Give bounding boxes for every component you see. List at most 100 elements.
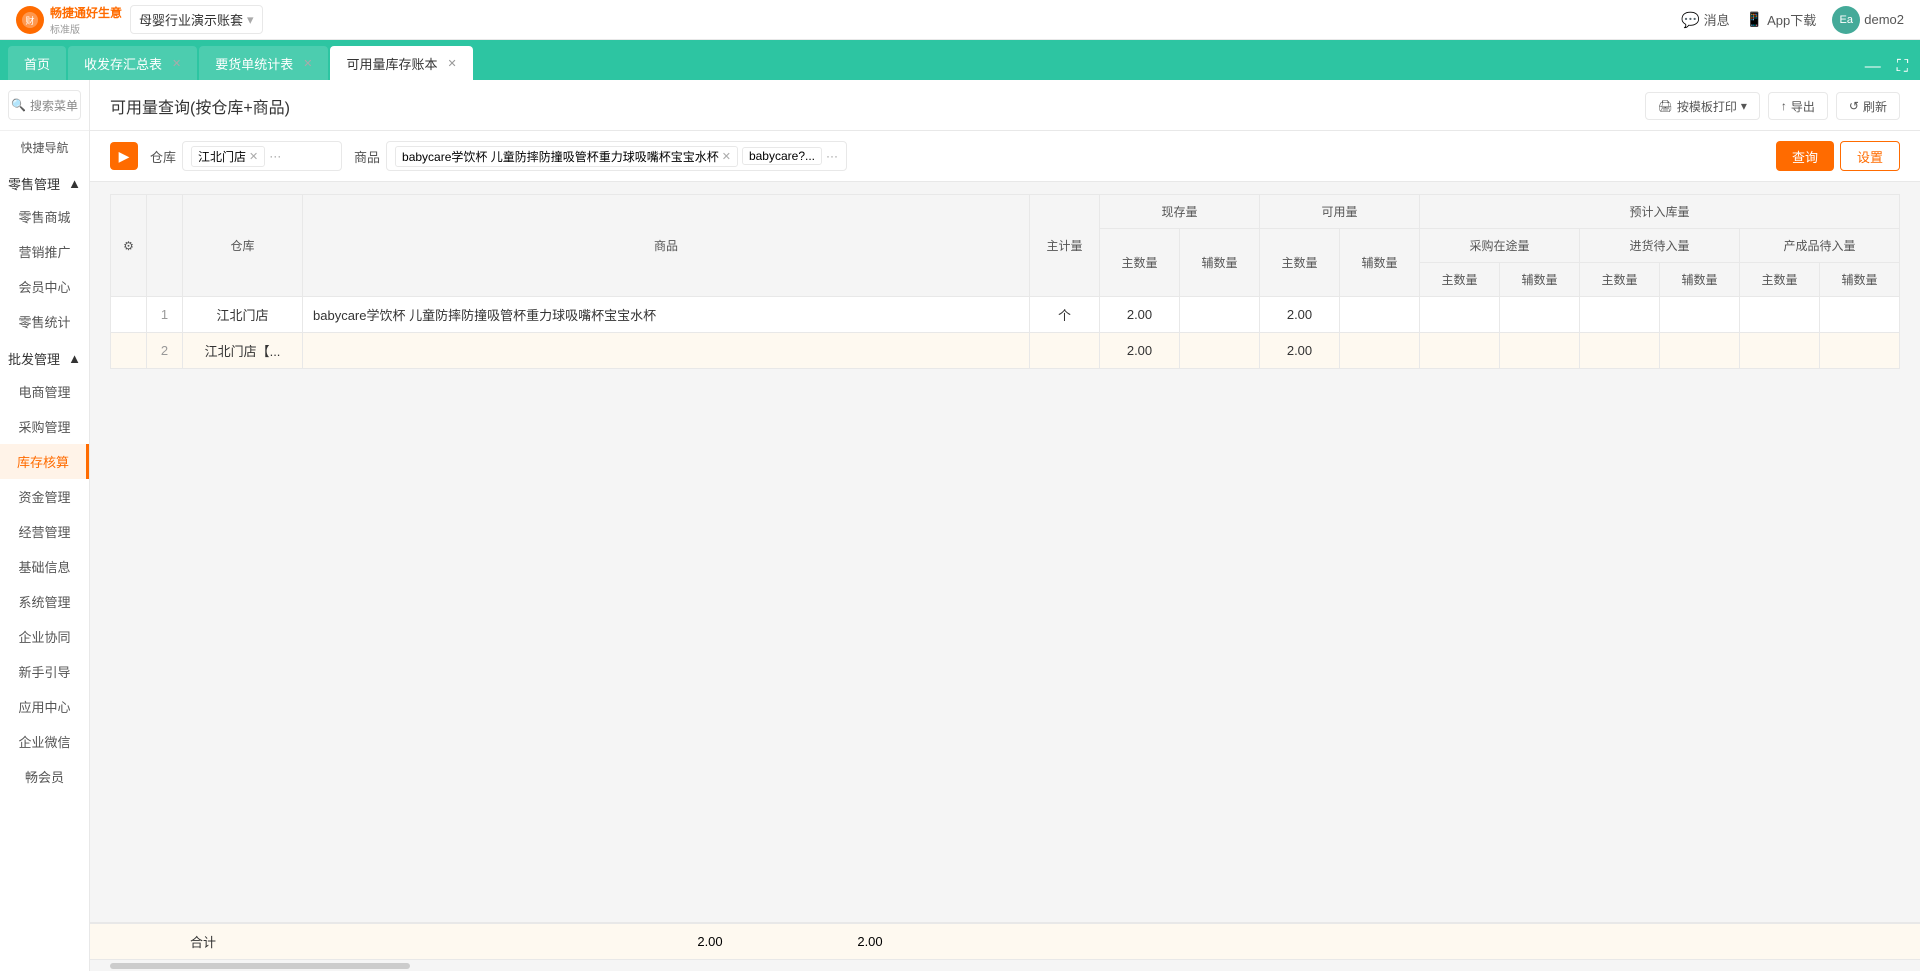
col-unit-header: 主计量 — [1030, 195, 1100, 297]
col-current-aux-header: 辅数量 — [1180, 229, 1260, 297]
app-download-button[interactable]: 📱 App下载 — [1746, 10, 1817, 29]
row1-current-main: 2.00 — [1100, 297, 1180, 333]
sidebar-item-member[interactable]: 畅会员 — [0, 759, 89, 794]
sidebar-item-marketing[interactable]: 营销推广 — [0, 234, 89, 269]
sidebar-item-inventory[interactable]: 库存核算 — [0, 444, 89, 479]
row2-finished-main — [1740, 333, 1820, 369]
product-tag-1-remove[interactable]: ✕ — [722, 150, 731, 163]
col-purchased-aux: 辅数量 — [1500, 263, 1580, 297]
col-purchased-main: 主数量 — [1420, 263, 1500, 297]
row1-purchased-main — [1420, 297, 1500, 333]
refresh-button[interactable]: ↺ 刷新 — [1836, 92, 1900, 120]
warehouse-more[interactable]: ··· — [269, 149, 281, 163]
filter-toggle-button[interactable]: ▶ — [110, 142, 138, 170]
row1-finished-aux — [1820, 297, 1900, 333]
svg-text:财: 财 — [25, 15, 34, 26]
footer-avail-main: 2.00 — [830, 934, 910, 949]
row1-current-aux — [1180, 297, 1260, 333]
sidebar-item-enterprise[interactable]: 企业协同 — [0, 619, 89, 654]
sidebar-item-app-center[interactable]: 应用中心 — [0, 689, 89, 724]
product-more[interactable]: ··· — [826, 149, 838, 163]
row2-purchased-main — [1420, 333, 1500, 369]
sidebar-item-retail-stats[interactable]: 零售统计 — [0, 304, 89, 339]
sidebar-item-ecommerce[interactable]: 电商管理 — [0, 374, 89, 409]
row1-avail-aux — [1340, 297, 1420, 333]
row2-finished-aux — [1820, 333, 1900, 369]
tab-home-label: 首页 — [24, 54, 50, 73]
row2-purchased-aux — [1500, 333, 1580, 369]
message-button[interactable]: 💬 消息 — [1681, 10, 1730, 29]
sidebar-item-basic-info[interactable]: 基础信息 — [0, 549, 89, 584]
col-avail-main-header: 主数量 — [1260, 229, 1340, 297]
page-header: 可用量查询(按仓库+商品) 🖨 按模板打印 ▾ ↑ 导出 ↺ 刷新 — [90, 80, 1920, 131]
sidebar: 🔍 搜索菜单 快捷导航 零售管理 ▲ 零售商城 营销推广 会员中心 零售统计 批… — [0, 80, 90, 971]
query-button[interactable]: 查询 — [1776, 141, 1834, 171]
sidebar-item-quick-nav[interactable]: 快捷导航 — [0, 131, 89, 164]
org-selector[interactable]: 母婴行业演示账套 ▾ — [130, 5, 263, 34]
row2-avail-main: 2.00 — [1260, 333, 1340, 369]
logo-area: 财 畅捷通好生意 标准版 — [16, 4, 122, 36]
product-tag-1: babycare学饮杯 儿童防摔防撞吸管杯重力球吸嘴杯宝宝水杯 ✕ — [395, 146, 738, 167]
warehouse-label: 仓库 — [150, 147, 176, 166]
sidebar-item-system[interactable]: 系统管理 — [0, 584, 89, 619]
search-icon: 🔍 — [11, 98, 26, 112]
tab-available-stock-label: 可用量库存账本 — [346, 54, 437, 73]
sidebar-item-newbie[interactable]: 新手引导 — [0, 654, 89, 689]
row2-product — [303, 333, 1030, 369]
sidebar-item-wechat[interactable]: 企业微信 — [0, 724, 89, 759]
warehouse-filter-group: 仓库 江北门店 ✕ ··· — [150, 141, 342, 171]
maximize-button[interactable]: ⛶ — [1893, 54, 1912, 80]
sidebar-item-retail-store[interactable]: 零售商城 — [0, 199, 89, 234]
row2-settings — [111, 333, 147, 369]
sidebar-item-purchase[interactable]: 采购管理 — [0, 409, 89, 444]
sidebar-section-retail[interactable]: 零售管理 ▲ — [0, 164, 89, 199]
row2-inbound-aux — [1660, 333, 1740, 369]
refresh-icon: ↺ — [1849, 99, 1859, 113]
export-button[interactable]: ↑ 导出 — [1768, 92, 1828, 120]
col-current-main-header: 主数量 — [1100, 229, 1180, 297]
row2-num: 2 — [147, 333, 183, 369]
tab-receive-summary-close[interactable]: ✕ — [172, 57, 181, 70]
chevron-down-icon: ▾ — [247, 12, 254, 28]
warehouse-tag-remove[interactable]: ✕ — [249, 150, 258, 163]
search-menu-button[interactable]: 🔍 搜索菜单 — [8, 90, 81, 120]
col-product-header: 商品 — [303, 195, 1030, 297]
minimize-button[interactable]: — — [1861, 54, 1885, 80]
tab-order-stats-close[interactable]: ✕ — [303, 57, 312, 70]
data-table: ⚙ 仓库 商品 主计量 现存量 可用量 预计入库量 主数量 辅数量 主数量 辅数… — [110, 194, 1900, 369]
col-inbound-aux: 辅数量 — [1660, 263, 1740, 297]
row1-avail-main: 2.00 — [1260, 297, 1340, 333]
row1-unit: 个 — [1030, 297, 1100, 333]
warehouse-input[interactable]: 江北门店 ✕ ··· — [182, 141, 342, 171]
tab-order-stats[interactable]: 要货单统计表 ✕ — [199, 46, 328, 80]
tab-receive-summary-label: 收发存汇总表 — [84, 54, 162, 73]
sidebar-section-wholesale[interactable]: 批发管理 ▲ — [0, 339, 89, 374]
settings-button[interactable]: 设置 — [1840, 141, 1900, 171]
tab-available-stock-close[interactable]: ✕ — [448, 57, 457, 70]
col-settings-header[interactable]: ⚙ — [111, 195, 147, 297]
row1-warehouse: 江北门店 — [183, 297, 303, 333]
logo-icon: 财 — [16, 6, 44, 34]
product-input[interactable]: babycare学饮杯 儿童防摔防撞吸管杯重力球吸嘴杯宝宝水杯 ✕ babyca… — [386, 141, 847, 171]
tab-receive-summary[interactable]: 收发存汇总表 ✕ — [68, 46, 197, 80]
row1-num: 1 — [147, 297, 183, 333]
tab-home[interactable]: 首页 — [8, 46, 66, 80]
print-template-button[interactable]: 🖨 按模板打印 ▾ — [1645, 92, 1760, 120]
col-planned-header: 预计入库量 — [1420, 195, 1900, 229]
top-bar: 财 畅捷通好生意 标准版 母婴行业演示账套 ▾ 💬 消息 📱 App下载 Ea … — [0, 0, 1920, 40]
user-menu[interactable]: Ea demo2 — [1832, 6, 1904, 34]
product-filter-group: 商品 babycare学饮杯 儿童防摔防撞吸管杯重力球吸嘴杯宝宝水杯 ✕ bab… — [354, 141, 847, 171]
col-num-header — [147, 195, 183, 297]
horizontal-scrollbar[interactable] — [110, 963, 410, 969]
col-available-header: 可用量 — [1260, 195, 1420, 229]
sidebar-item-finance[interactable]: 资金管理 — [0, 479, 89, 514]
tab-order-stats-label: 要货单统计表 — [215, 54, 293, 73]
col-current-stock-header: 现存量 — [1100, 195, 1260, 229]
row1-settings — [111, 297, 147, 333]
col-purchased-transit-header: 采购在途量 — [1420, 229, 1580, 263]
tab-available-stock[interactable]: 可用量库存账本 ✕ — [330, 46, 472, 80]
row2-inbound-main — [1580, 333, 1660, 369]
sidebar-item-operations[interactable]: 经营管理 — [0, 514, 89, 549]
chevron-down-icon-2: ▲ — [68, 351, 81, 366]
sidebar-item-member-center[interactable]: 会员中心 — [0, 269, 89, 304]
